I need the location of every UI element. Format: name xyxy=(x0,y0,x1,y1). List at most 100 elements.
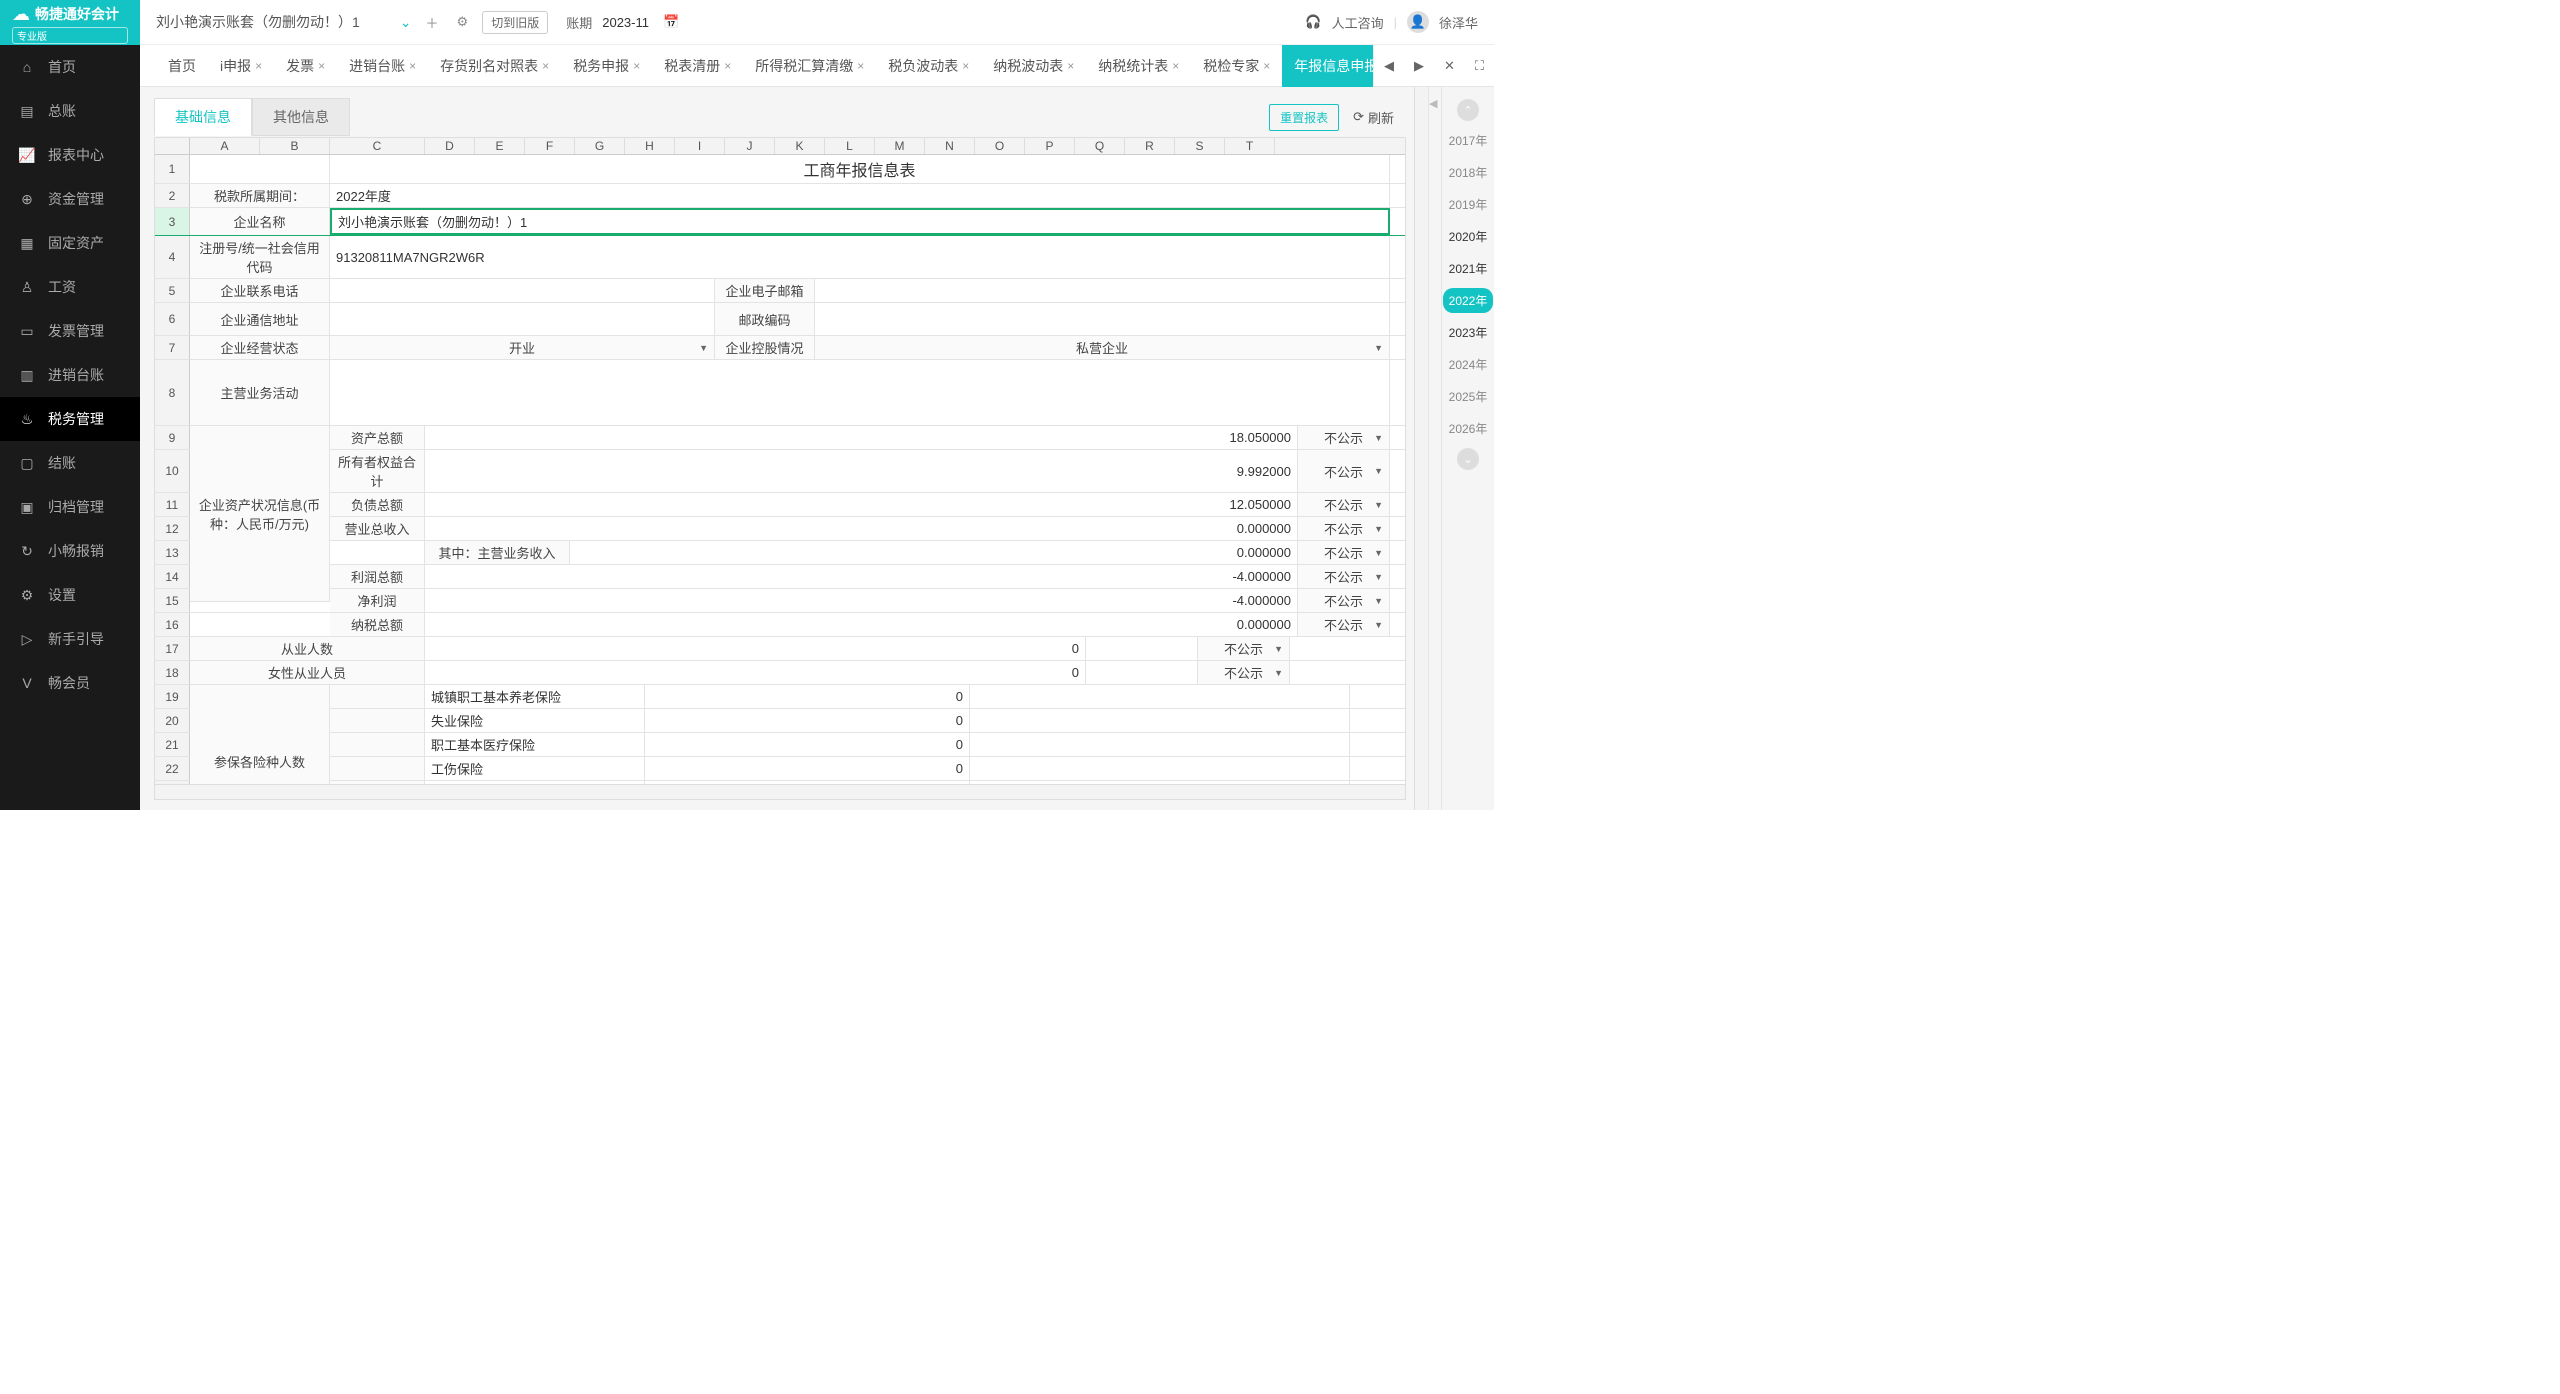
tab-3[interactable]: 进销台账× xyxy=(337,45,428,87)
fin-value[interactable]: 0.000000 xyxy=(570,541,1298,564)
disclose-select[interactable]: 不公示 xyxy=(1298,517,1390,540)
col-header[interactable]: S xyxy=(1175,138,1225,154)
sidebar-item-13[interactable]: ▷新手引导 xyxy=(0,617,140,661)
row-header[interactable]: 22 xyxy=(155,757,190,780)
emp-value[interactable]: 0 xyxy=(425,637,1086,660)
col-header[interactable]: B xyxy=(260,138,330,154)
row-header[interactable]: 23 xyxy=(155,781,190,784)
switch-old-version-button[interactable]: 切到旧版 xyxy=(482,11,548,34)
col-header[interactable]: O xyxy=(975,138,1025,154)
disclose-select[interactable]: 不公示 xyxy=(1298,493,1390,516)
sidebar-item-2[interactable]: 📈报表中心 xyxy=(0,133,140,177)
reset-report-button[interactable]: 重置报表 xyxy=(1269,104,1339,131)
sidebar-item-3[interactable]: ⊕资金管理 xyxy=(0,177,140,221)
tab-9[interactable]: 纳税波动表× xyxy=(981,45,1086,87)
collapse-year-panel[interactable]: ◀ xyxy=(1428,87,1442,810)
year-option[interactable]: 2023年 xyxy=(1443,320,1494,345)
year-option[interactable]: 2022年 xyxy=(1443,288,1494,313)
close-icon[interactable]: × xyxy=(633,59,640,73)
close-icon[interactable]: × xyxy=(318,59,325,73)
tab-6[interactable]: 税表清册× xyxy=(652,45,743,87)
fin-value[interactable]: 18.050000 xyxy=(425,426,1298,449)
tab-1[interactable]: i申报× xyxy=(208,45,274,87)
disclose-select[interactable]: 不公示 xyxy=(1298,450,1390,492)
row-header[interactable]: 11 xyxy=(155,493,190,516)
row-header[interactable]: 6 xyxy=(155,303,190,335)
status-select[interactable]: 开业 xyxy=(330,336,715,359)
fin-value[interactable]: 12.050000 xyxy=(425,493,1298,516)
row-header[interactable]: 9 xyxy=(155,426,190,449)
year-down-icon[interactable]: ⌄ xyxy=(1457,448,1479,470)
consult-link[interactable]: 人工咨询 xyxy=(1332,13,1384,32)
disclose-select[interactable]: 不公示 xyxy=(1298,541,1390,564)
fem-value[interactable]: 0 xyxy=(425,661,1086,684)
row-header[interactable]: 20 xyxy=(155,709,190,732)
row-header[interactable]: 5 xyxy=(155,279,190,302)
row-header[interactable]: 16 xyxy=(155,613,190,636)
tab-close-all-icon[interactable]: ✕ xyxy=(1434,58,1465,74)
year-option[interactable]: 2017年 xyxy=(1443,128,1494,153)
row-header[interactable]: 8 xyxy=(155,360,190,425)
tab-0[interactable]: 首页 xyxy=(156,45,208,87)
row-header[interactable]: 7 xyxy=(155,336,190,359)
post-input[interactable] xyxy=(815,303,1390,335)
fin-value[interactable]: 0.000000 xyxy=(425,613,1298,636)
close-icon[interactable]: × xyxy=(1067,59,1074,73)
col-header[interactable]: J xyxy=(725,138,775,154)
ins-value[interactable]: 0 xyxy=(645,781,970,784)
close-icon[interactable]: × xyxy=(1172,59,1179,73)
username[interactable]: 徐泽华 xyxy=(1439,13,1478,32)
vertical-scrollbar[interactable] xyxy=(1414,87,1428,810)
sidebar-item-11[interactable]: ↻小畅报销 xyxy=(0,529,140,573)
year-option[interactable]: 2021年 xyxy=(1443,256,1494,281)
close-icon[interactable]: × xyxy=(857,59,864,73)
sidebar-item-14[interactable]: V畅会员 xyxy=(0,661,140,705)
sidebar-item-4[interactable]: ▦固定资产 xyxy=(0,221,140,265)
close-icon[interactable]: × xyxy=(724,59,731,73)
col-header[interactable]: Q xyxy=(1075,138,1125,154)
tab-prev-icon[interactable]: ◀ xyxy=(1374,58,1404,74)
col-header[interactable]: H xyxy=(625,138,675,154)
tab-4[interactable]: 存货别名对照表× xyxy=(428,45,561,87)
col-header[interactable]: M xyxy=(875,138,925,154)
tab-next-icon[interactable]: ▶ xyxy=(1404,58,1434,74)
tab-fullscreen-icon[interactable]: ⛶ xyxy=(1465,58,1494,74)
close-icon[interactable]: × xyxy=(409,59,416,73)
close-icon[interactable]: × xyxy=(542,59,549,73)
disclose-select[interactable]: 不公示 xyxy=(1298,613,1390,636)
sidebar-item-5[interactable]: ♙工资 xyxy=(0,265,140,309)
year-option[interactable]: 2019年 xyxy=(1443,192,1494,217)
year-option[interactable]: 2026年 xyxy=(1443,416,1494,441)
col-header[interactable]: N xyxy=(925,138,975,154)
disclose-select[interactable]: 不公示 xyxy=(1198,637,1290,660)
row-header[interactable]: 19 xyxy=(155,685,190,708)
fin-value[interactable]: -4.000000 xyxy=(425,565,1298,588)
hold-select[interactable]: 私营企业 xyxy=(815,336,1390,359)
ins-value[interactable]: 0 xyxy=(645,733,970,756)
close-icon[interactable]: × xyxy=(255,59,262,73)
company-name-input[interactable]: 刘小艳演示账套（勿删勿动！）1 xyxy=(330,208,1390,235)
sidebar-item-1[interactable]: ▤总账 xyxy=(0,89,140,133)
sidebar-item-10[interactable]: ▣归档管理 xyxy=(0,485,140,529)
horizontal-scrollbar[interactable] xyxy=(155,784,1405,799)
col-header[interactable]: C xyxy=(330,138,425,154)
col-header[interactable]: G xyxy=(575,138,625,154)
row-header[interactable]: 10 xyxy=(155,450,190,492)
close-icon[interactable]: × xyxy=(962,59,969,73)
sidebar-item-6[interactable]: ▭发票管理 xyxy=(0,309,140,353)
biz-input[interactable] xyxy=(330,360,1390,425)
row-header[interactable]: 14 xyxy=(155,565,190,588)
add-icon[interactable]: ＋ xyxy=(422,9,443,36)
sidebar-item-0[interactable]: ⌂首页 xyxy=(0,45,140,89)
year-option[interactable]: 2020年 xyxy=(1443,224,1494,249)
row-header[interactable]: 17 xyxy=(155,637,190,660)
account-dropdown-icon[interactable]: ⌄ xyxy=(400,14,412,31)
row-header[interactable]: 2 xyxy=(155,184,190,207)
year-up-icon[interactable]: ⌃ xyxy=(1457,99,1479,121)
gear-icon[interactable]: ⚙ xyxy=(453,10,473,34)
col-header[interactable]: F xyxy=(525,138,575,154)
row-header[interactable]: 1 xyxy=(155,155,190,183)
tab-8[interactable]: 税负波动表× xyxy=(876,45,981,87)
disclose-select[interactable]: 不公示 xyxy=(1198,661,1290,684)
sidebar-item-8[interactable]: ♨税务管理 xyxy=(0,397,140,441)
